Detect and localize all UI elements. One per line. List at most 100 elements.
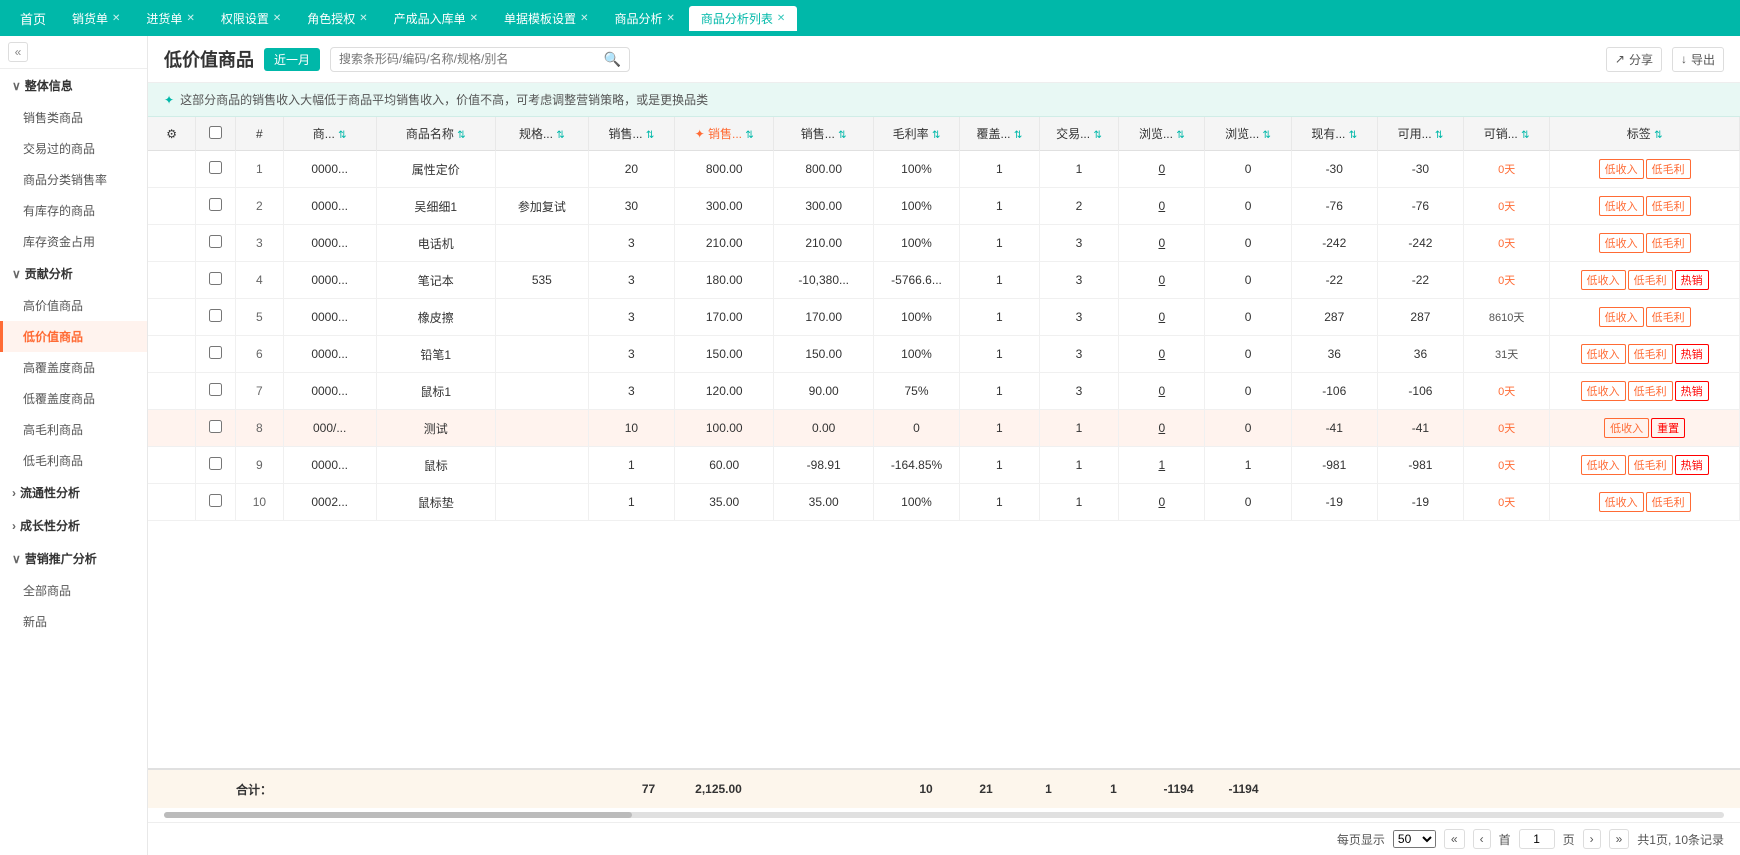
- browse-link[interactable]: 0: [1158, 310, 1165, 324]
- sidebar-item-stock-capital[interactable]: 库存资金占用: [0, 226, 147, 257]
- close-icon[interactable]: ✕: [112, 13, 120, 24]
- browse-link[interactable]: 0: [1158, 347, 1165, 361]
- col-spec[interactable]: 规格... ⇅: [495, 117, 588, 151]
- row-checkbox-cell[interactable]: [196, 151, 236, 188]
- page-number-input[interactable]: [1519, 829, 1555, 849]
- row-checkbox[interactable]: [209, 457, 222, 470]
- sidebar-item-high-gross[interactable]: 高毛利商品: [0, 414, 147, 445]
- row-checkbox[interactable]: [209, 309, 222, 322]
- row-checkbox[interactable]: [209, 346, 222, 359]
- first-page-button[interactable]: «: [1444, 829, 1465, 849]
- sidebar-section-contribution[interactable]: ∨ 贡献分析: [0, 257, 147, 290]
- row-checkbox-cell[interactable]: [196, 336, 236, 373]
- next-page-button[interactable]: ›: [1583, 829, 1601, 849]
- nav-template-settings[interactable]: 单据模板设置 ✕: [492, 6, 600, 31]
- row-checkbox[interactable]: [209, 420, 222, 433]
- col-coverage[interactable]: 覆盖... ⇅: [960, 117, 1040, 151]
- nav-home[interactable]: 首页: [8, 5, 58, 32]
- close-icon[interactable]: ✕: [273, 13, 281, 24]
- row-checkbox-cell[interactable]: [196, 484, 236, 521]
- page-size-select[interactable]: 50 20 100: [1393, 830, 1436, 848]
- close-icon[interactable]: ✕: [186, 13, 194, 24]
- nav-sales-order[interactable]: 销货单 ✕: [60, 6, 132, 31]
- share-button[interactable]: ↗ 分享: [1606, 47, 1662, 72]
- sidebar-section-circulation[interactable]: › 流通性分析: [0, 476, 147, 509]
- sidebar-item-high-coverage[interactable]: 高覆盖度商品: [0, 352, 147, 383]
- nav-product-analysis-list[interactable]: 商品分析列表 ✕: [689, 6, 797, 31]
- col-stock1[interactable]: 现有... ⇅: [1291, 117, 1377, 151]
- row-checkbox-cell[interactable]: [196, 188, 236, 225]
- col-name[interactable]: 商品名称 ⇅: [376, 117, 495, 151]
- row-checkbox-cell[interactable]: [196, 262, 236, 299]
- row-checkbox[interactable]: [209, 494, 222, 507]
- col-sale-amt[interactable]: ✦ 销售... ⇅: [674, 117, 773, 151]
- sidebar-item-low-coverage[interactable]: 低覆盖度商品: [0, 383, 147, 414]
- browse-link[interactable]: 0: [1158, 421, 1165, 435]
- horizontal-scrollbar[interactable]: [164, 812, 1724, 818]
- col-check[interactable]: [196, 117, 236, 151]
- sidebar-item-new-products[interactable]: 新品: [0, 606, 147, 637]
- col-sale-qty[interactable]: 销售... ⇅: [588, 117, 674, 151]
- row-checkbox-cell[interactable]: [196, 373, 236, 410]
- export-button[interactable]: ↓ 导出: [1672, 47, 1724, 72]
- browse-link[interactable]: 0: [1158, 384, 1165, 398]
- close-icon[interactable]: ✕: [777, 13, 785, 24]
- nav-role-auth[interactable]: 角色授权 ✕: [295, 6, 379, 31]
- time-filter-button[interactable]: 近一月: [264, 48, 320, 71]
- sidebar-section-marketing[interactable]: ∨ 营销推广分析: [0, 542, 147, 575]
- close-icon[interactable]: ✕: [580, 13, 588, 24]
- nav-permissions[interactable]: 权限设置 ✕: [209, 6, 293, 31]
- row-checkbox-cell[interactable]: [196, 447, 236, 484]
- sidebar-item-sales-products[interactable]: 销售类商品: [0, 102, 147, 133]
- browse-link[interactable]: 0: [1158, 199, 1165, 213]
- row-checkbox[interactable]: [209, 235, 222, 248]
- row-coverage: 1: [960, 262, 1040, 299]
- col-code[interactable]: 商... ⇅: [283, 117, 376, 151]
- row-checkbox[interactable]: [209, 161, 222, 174]
- close-icon[interactable]: ✕: [470, 13, 478, 24]
- close-icon[interactable]: ✕: [666, 13, 674, 24]
- select-all-checkbox[interactable]: [209, 126, 222, 139]
- sidebar-item-all-products[interactable]: 全部商品: [0, 575, 147, 606]
- col-trade[interactable]: 交易... ⇅: [1039, 117, 1119, 151]
- row-checkbox[interactable]: [209, 198, 222, 211]
- col-sell-days[interactable]: 可销... ⇅: [1464, 117, 1550, 151]
- footer-stock2: -1194: [1211, 778, 1276, 800]
- browse-link[interactable]: 0: [1158, 236, 1165, 250]
- scrollbar-thumb[interactable]: [164, 812, 632, 818]
- row-checkbox[interactable]: [209, 272, 222, 285]
- row-checkbox-cell[interactable]: [196, 225, 236, 262]
- nav-product-analysis[interactable]: 商品分析 ✕: [602, 6, 686, 31]
- last-page-button[interactable]: »: [1609, 829, 1630, 849]
- sidebar-section-growth[interactable]: › 成长性分析: [0, 509, 147, 542]
- row-checkbox[interactable]: [209, 383, 222, 396]
- col-sale-avg[interactable]: 销售... ⇅: [774, 117, 873, 151]
- sidebar-item-category-sales-rate[interactable]: 商品分类销售率: [0, 164, 147, 195]
- browse-link[interactable]: 0: [1158, 495, 1165, 509]
- close-icon[interactable]: ✕: [359, 13, 367, 24]
- col-gross-rate[interactable]: 毛利率 ⇅: [873, 117, 959, 151]
- nav-purchase-order[interactable]: 进货单 ✕: [134, 6, 206, 31]
- col-browse2[interactable]: 浏览... ⇅: [1205, 117, 1291, 151]
- sidebar-section-overall[interactable]: ∨ 整体信息: [0, 69, 147, 102]
- nav-product-inbound[interactable]: 产成品入库单 ✕: [382, 6, 490, 31]
- row-checkbox-cell[interactable]: [196, 410, 236, 447]
- col-tag[interactable]: 标签 ⇅: [1550, 117, 1740, 151]
- search-icon[interactable]: 🔍: [604, 51, 621, 68]
- sidebar-item-low-gross[interactable]: 低毛利商品: [0, 445, 147, 476]
- sidebar-item-high-value[interactable]: 高价值商品: [0, 290, 147, 321]
- col-settings[interactable]: ⚙: [148, 117, 196, 151]
- sidebar-item-low-value[interactable]: 低价值商品: [0, 321, 147, 352]
- sidebar-collapse-btn[interactable]: «: [8, 42, 28, 62]
- browse-link[interactable]: 0: [1158, 162, 1165, 176]
- prev-page-button[interactable]: ‹: [1473, 829, 1491, 849]
- browse-link[interactable]: 0: [1158, 273, 1165, 287]
- sidebar-item-stock-products[interactable]: 有库存的商品: [0, 195, 147, 226]
- browse-link[interactable]: 1: [1158, 458, 1165, 472]
- search-input[interactable]: [339, 52, 598, 66]
- table-container[interactable]: ⚙ # 商... ⇅ 商品名称 ⇅ 规格... ⇅: [148, 117, 1740, 768]
- col-browse1[interactable]: 浏览... ⇅: [1119, 117, 1205, 151]
- sidebar-item-traded-products[interactable]: 交易过的商品: [0, 133, 147, 164]
- row-checkbox-cell[interactable]: [196, 299, 236, 336]
- col-stock2[interactable]: 可用... ⇅: [1377, 117, 1463, 151]
